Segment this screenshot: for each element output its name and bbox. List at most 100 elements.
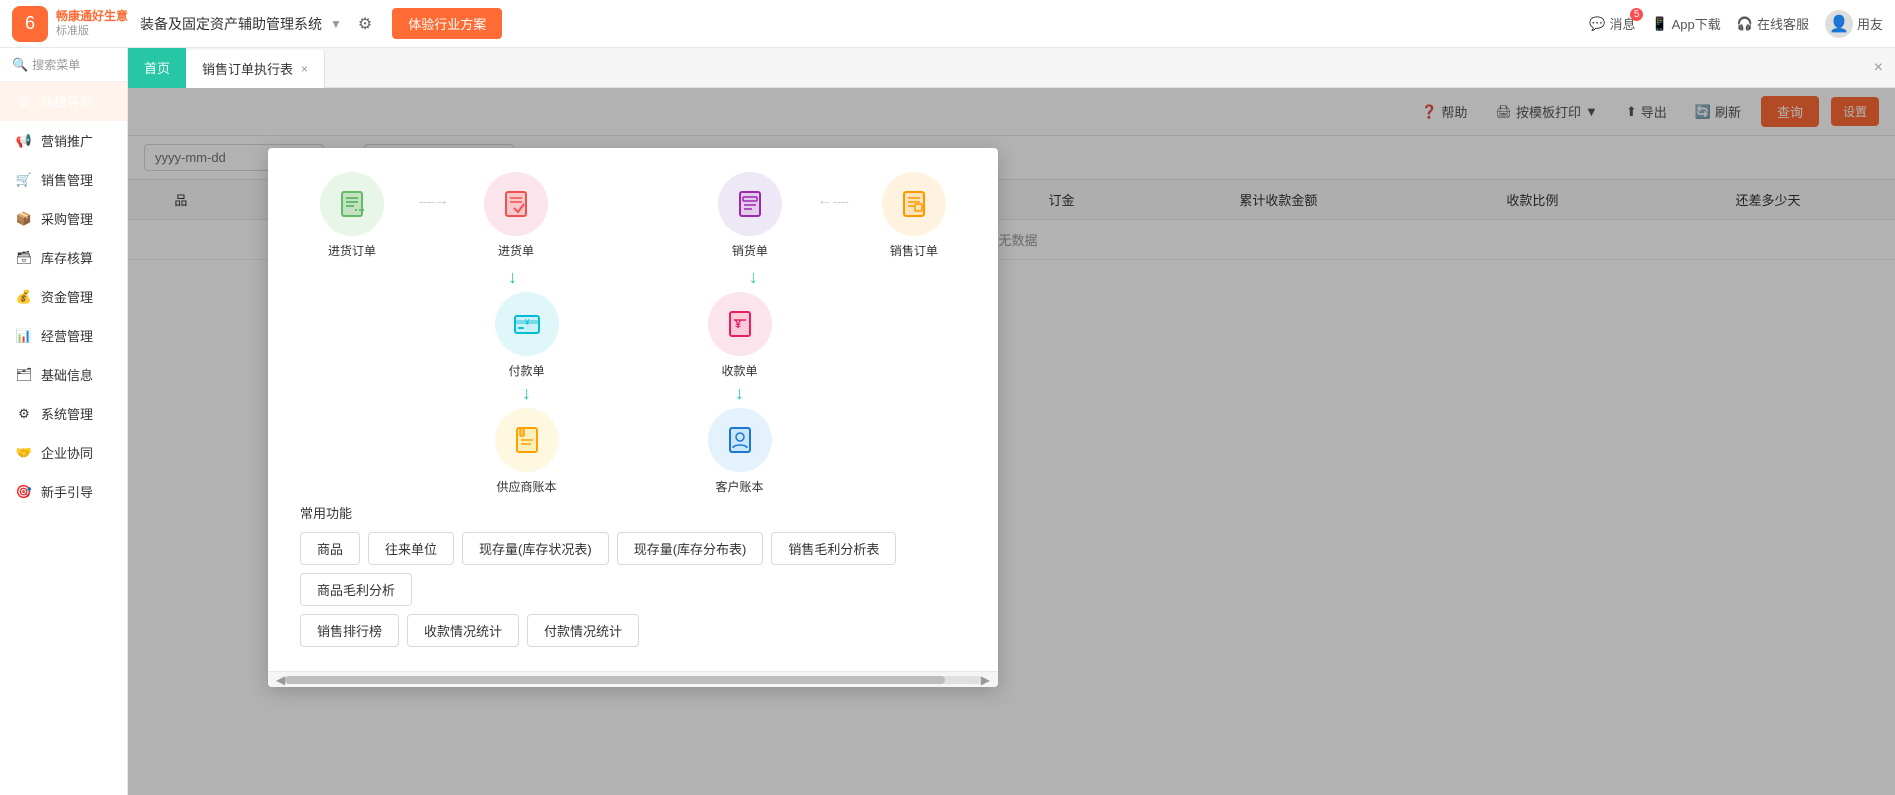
quick-nav-icon: ⊞ bbox=[15, 93, 33, 111]
sidebar-item-finance[interactable]: 💰 资金管理 bbox=[0, 277, 127, 316]
sidebar-item-basic-info[interactable]: 🗂 基础信息 bbox=[0, 355, 127, 394]
modal-content: 进货订单 - - - - → bbox=[268, 148, 998, 671]
sidebar-item-quick-nav[interactable]: ⊞ 快捷导航 bbox=[0, 82, 127, 121]
basic-info-icon: 🗂 bbox=[15, 366, 33, 384]
func-btn-stock-dist[interactable]: 现存量(库存分布表) bbox=[617, 532, 764, 565]
spacer-arrow2 bbox=[422, 267, 442, 288]
func-btn-stock-status[interactable]: 现存量(库存状况表) bbox=[462, 532, 609, 565]
flow-sales-bill: 销货单 bbox=[718, 172, 782, 259]
tab-close-main-icon[interactable]: × bbox=[1862, 59, 1895, 77]
flow-label-sales-order: 销售订单 bbox=[890, 242, 938, 259]
system-dropdown-icon[interactable]: ▼ bbox=[330, 17, 342, 31]
common-func-title: 常用功能 bbox=[300, 503, 966, 522]
modal-box: 进货订单 - - - - → bbox=[268, 148, 998, 687]
sidebar-label-basic-info: 基础信息 bbox=[41, 365, 93, 384]
scroll-thumb bbox=[285, 676, 945, 684]
content-area: 首页 销售订单执行表 × × ❓ 帮助 bbox=[128, 48, 1895, 795]
sidebar-item-purchase[interactable]: 📦 采购管理 bbox=[0, 199, 127, 238]
system-name: 装备及固定资产辅助管理系统 bbox=[140, 14, 322, 34]
flow-circle-sales-bill bbox=[718, 172, 782, 236]
flow-circle-payment: ¥ bbox=[495, 292, 559, 356]
func-buttons-row1: 商品 往来单位 现存量(库存状况表) 现存量(库存分布表) 销售毛利分析表 商品… bbox=[300, 532, 966, 606]
flow-circle-sales-order bbox=[882, 172, 946, 236]
flow-circle-customer-ledger bbox=[708, 408, 772, 472]
message-item[interactable]: 💬 5 消息 bbox=[1589, 14, 1635, 33]
arrow-purchase-to-bill: - - - - → bbox=[419, 192, 449, 210]
tab-close-icon[interactable]: × bbox=[301, 62, 308, 76]
logo-text: 畅康通好生意 标准版 bbox=[56, 9, 128, 39]
down-arrow-sales: ↓ bbox=[721, 267, 785, 288]
sales-icon: 🛒 bbox=[15, 171, 33, 189]
sidebar-item-inventory[interactable]: 🗃 库存核算 bbox=[0, 238, 127, 277]
flow-customer-ledger: 客户账本 bbox=[708, 408, 772, 495]
flow-label-receipt: 收款单 bbox=[721, 362, 757, 379]
flow-circle-purchase-order bbox=[320, 172, 384, 236]
flow-label-sales-bill: 销货单 bbox=[732, 242, 768, 259]
func-btn-sales-rank[interactable]: 销售排行榜 bbox=[300, 614, 399, 647]
down-arrow-payment: ↓ bbox=[495, 383, 559, 404]
flow-circle-purchase-bill bbox=[484, 172, 548, 236]
svg-text:¥: ¥ bbox=[735, 319, 742, 331]
flow-payment: ¥ 付款单 bbox=[495, 292, 559, 379]
scroll-right-icon[interactable]: ▶ bbox=[981, 673, 990, 687]
tab-home-label: 首页 bbox=[144, 58, 170, 77]
user-name: 用友 bbox=[1857, 14, 1883, 33]
sidebar-item-system[interactable]: ⚙ 系统管理 bbox=[0, 394, 127, 433]
logo-line1: 畅康通好生意 bbox=[56, 9, 128, 25]
sidebar-item-enterprise[interactable]: 🤝 企业协同 bbox=[0, 433, 127, 472]
sidebar-label-marketing: 营销推广 bbox=[41, 131, 93, 150]
sidebar-item-operation[interactable]: 📊 经营管理 bbox=[0, 316, 127, 355]
flow-receipt: ¥ 收款单 bbox=[708, 292, 772, 379]
system-title: 装备及固定资产辅助管理系统 ▼ ⚙ 体验行业方案 bbox=[140, 8, 1589, 39]
func-btn-partner[interactable]: 往来单位 bbox=[368, 532, 454, 565]
logo-line2: 标准版 bbox=[56, 24, 128, 38]
sidebar-label-purchase: 采购管理 bbox=[41, 209, 93, 228]
inventory-icon: 🗃 bbox=[15, 249, 33, 267]
sidebar-item-guide[interactable]: 🎯 新手引导 bbox=[0, 472, 127, 511]
func-btn-receipt-stat[interactable]: 收款情况统计 bbox=[407, 614, 519, 647]
main-area: 🔍 搜索菜单 ⊞ 快捷导航 📢 营销推广 🛒 销售管理 📦 采购管理 🗃 bbox=[0, 48, 1895, 795]
tab-bar: 首页 销售订单执行表 × × bbox=[128, 48, 1895, 88]
tab-sales-order[interactable]: 销售订单执行表 × bbox=[186, 50, 325, 88]
modal-overlay[interactable]: 进货订单 - - - - → bbox=[128, 88, 1895, 795]
tab-sales-order-label: 销售订单执行表 bbox=[202, 59, 293, 78]
flow-label-purchase-bill: 进货单 bbox=[498, 242, 534, 259]
svg-text:¥: ¥ bbox=[524, 318, 530, 327]
search-icon: 🔍 bbox=[12, 57, 28, 73]
sidebar-item-sales[interactable]: 🛒 销售管理 bbox=[0, 160, 127, 199]
scroll-track[interactable] bbox=[285, 676, 981, 684]
func-btn-payment-stat[interactable]: 付款情况统计 bbox=[527, 614, 639, 647]
user-avatar: 👤 bbox=[1825, 10, 1853, 38]
flow-label-payment: 付款单 bbox=[508, 362, 544, 379]
flow-purchase-order: 进货订单 bbox=[320, 172, 384, 259]
top-right: 💬 5 消息 📱 App下载 🎧 在线客服 👤 用友 bbox=[1589, 10, 1883, 38]
online-service-item[interactable]: 🎧 在线客服 bbox=[1737, 14, 1809, 33]
headset-icon: 🎧 bbox=[1737, 16, 1753, 32]
purchase-icon: 📦 bbox=[15, 210, 33, 228]
arrows-down-row1: ↓ ↓ bbox=[300, 267, 966, 288]
sidebar-label-finance: 资金管理 bbox=[41, 287, 93, 306]
flow-middle-row: ¥ 付款单 bbox=[300, 292, 966, 379]
logo-icon: 6 bbox=[12, 6, 48, 42]
func-btn-product[interactable]: 商品 bbox=[300, 532, 360, 565]
user-item[interactable]: 👤 用友 bbox=[1825, 10, 1883, 38]
app-download-item[interactable]: 📱 App下载 bbox=[1651, 14, 1720, 33]
flow-supplier-ledger: 供应商账本 bbox=[495, 408, 559, 495]
sidebar-label-enterprise: 企业协同 bbox=[41, 443, 93, 462]
app-download-icon: 📱 bbox=[1651, 16, 1667, 32]
sidebar-search[interactable]: 🔍 搜索菜单 bbox=[0, 48, 127, 82]
scroll-left-icon[interactable]: ◀ bbox=[276, 673, 285, 687]
flow-label-supplier-ledger: 供应商账本 bbox=[496, 478, 556, 495]
func-btn-sales-gross[interactable]: 销售毛利分析表 bbox=[771, 532, 896, 565]
common-func-section: 常用功能 商品 往来单位 现存量(库存状况表) 现存量(库存分布表) 销售毛利分… bbox=[300, 503, 966, 647]
tab-home[interactable]: 首页 bbox=[128, 48, 186, 88]
spacer-arrow1 bbox=[320, 267, 384, 288]
trial-button[interactable]: 体验行业方案 bbox=[392, 8, 502, 39]
settings-icon[interactable]: ⚙ bbox=[358, 14, 372, 34]
flow-label-purchase-order: 进货订单 bbox=[328, 242, 376, 259]
app-download-label: App下载 bbox=[1672, 14, 1721, 33]
sidebar-item-marketing[interactable]: 📢 营销推广 bbox=[0, 121, 127, 160]
func-btn-product-gross[interactable]: 商品毛利分析 bbox=[300, 573, 412, 606]
spacer5 bbox=[882, 267, 946, 288]
operation-icon: 📊 bbox=[15, 327, 33, 345]
